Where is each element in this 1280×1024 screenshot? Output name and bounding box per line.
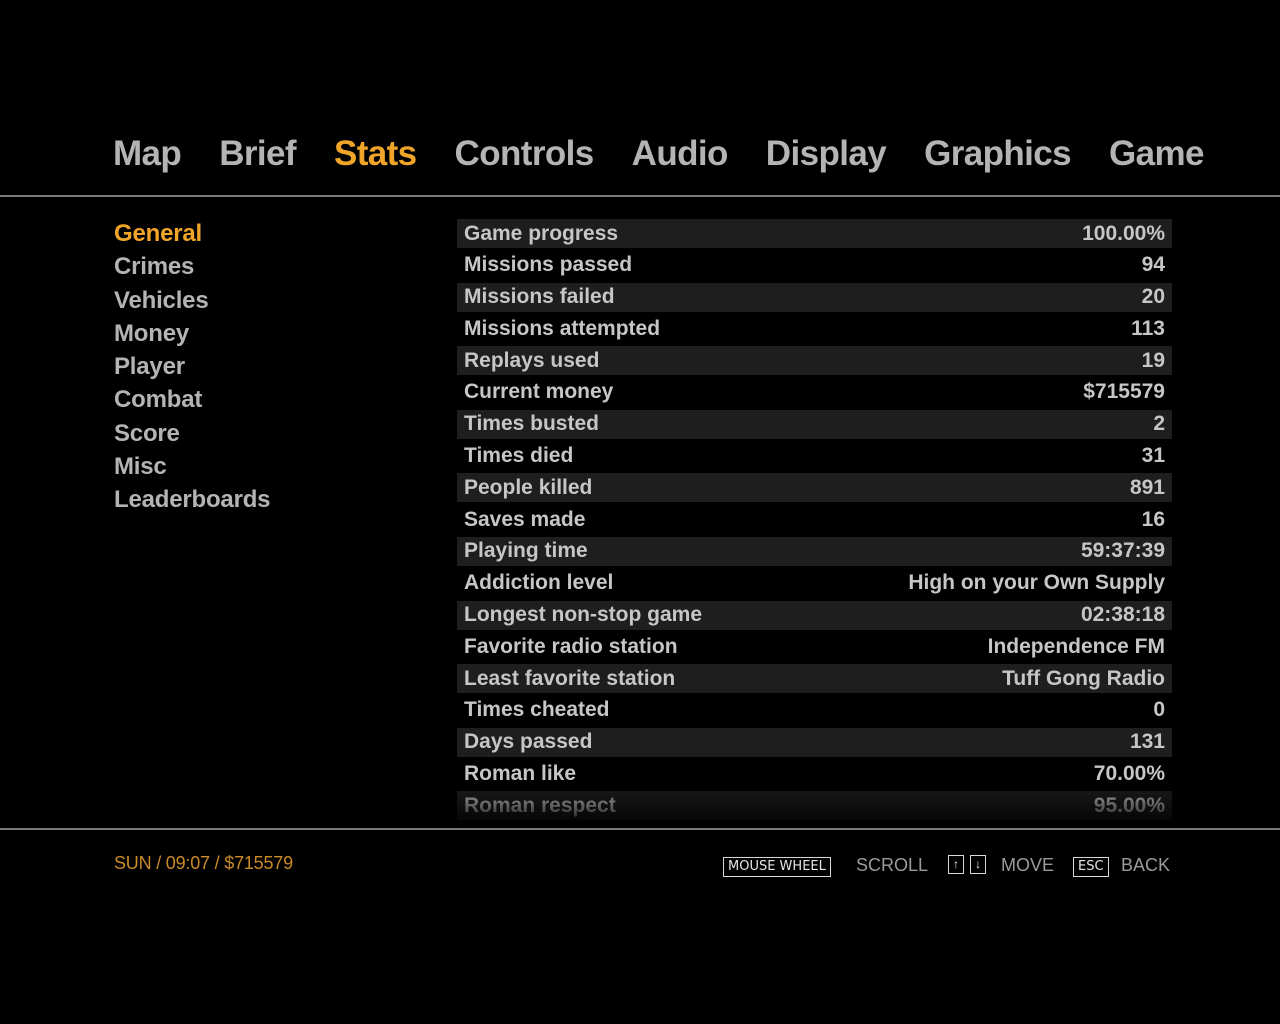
- tab-map[interactable]: Map: [113, 133, 182, 175]
- stat-label: Missions failed: [464, 285, 615, 309]
- arrow-up-key-icon: ↑: [948, 855, 964, 874]
- stat-row: Missions attempted 113: [457, 314, 1172, 343]
- stat-row: Times died 31: [457, 442, 1172, 471]
- tab-audio[interactable]: Audio: [632, 133, 729, 175]
- stat-value: 94: [1141, 253, 1165, 277]
- stat-row: Game progress 100.00%: [457, 219, 1172, 248]
- stat-label: Roman like: [464, 762, 577, 786]
- stat-row: Saves made 16: [457, 505, 1172, 534]
- category-money[interactable]: Money: [114, 317, 270, 350]
- category-score[interactable]: Score: [114, 417, 270, 450]
- stat-value: Independence FM: [987, 634, 1165, 658]
- stat-label: Times died: [464, 444, 574, 468]
- tab-game[interactable]: Game: [1109, 133, 1204, 175]
- stat-row: Favorite radio station Independence FM: [457, 632, 1172, 661]
- footer-divider: [0, 828, 1280, 830]
- stat-label: Game progress: [464, 221, 619, 245]
- stat-value: 0: [1153, 698, 1165, 722]
- stat-value: 891: [1129, 475, 1165, 499]
- stat-label: Missions attempted: [464, 316, 661, 340]
- stat-value: 19: [1141, 348, 1165, 372]
- scroll-hint-label: SCROLL: [856, 855, 929, 875]
- stat-row: People killed 891: [457, 473, 1172, 503]
- header-divider: [0, 195, 1280, 197]
- stat-value: 20: [1141, 285, 1165, 309]
- move-hint-label: MOVE: [1001, 855, 1055, 875]
- tab-stats[interactable]: Stats: [334, 133, 417, 175]
- stat-row: Times cheated 0: [457, 696, 1172, 725]
- stat-label: People killed: [464, 475, 593, 499]
- stat-label: Replays used: [464, 348, 600, 372]
- category-misc[interactable]: Misc: [114, 450, 270, 483]
- tab-display[interactable]: Display: [766, 133, 887, 175]
- stats-category-list: General Crimes Vehicles Money Player Com…: [114, 217, 271, 517]
- stat-row: Roman like 70.00%: [457, 760, 1172, 789]
- stat-row: Days passed 131: [457, 727, 1172, 757]
- stat-label: Saves made: [464, 507, 586, 531]
- stat-value: High on your Own Supply: [908, 571, 1165, 595]
- stat-label: Addiction level: [464, 571, 614, 595]
- stat-value: 16: [1141, 507, 1165, 531]
- tab-controls[interactable]: Controls: [455, 133, 595, 175]
- stat-label: Current money: [464, 380, 614, 404]
- stat-row: Current money $715579: [457, 378, 1172, 407]
- stat-value: 95.00%: [1093, 793, 1165, 817]
- stat-row: Times busted 2: [457, 409, 1172, 439]
- stat-value: 59:37:39: [1080, 539, 1165, 563]
- stat-row: Addiction level High on your Own Supply: [457, 569, 1172, 598]
- stat-row: Missions failed 20: [457, 282, 1172, 312]
- stat-value: 113: [1131, 316, 1165, 340]
- stat-label: Least favorite station: [464, 666, 676, 690]
- stat-value: 31: [1141, 444, 1165, 468]
- stat-row: Playing time 59:37:39: [457, 536, 1172, 566]
- stat-value: Tuff Gong Radio: [1002, 666, 1165, 690]
- stat-row: Roman respect 95.00%: [457, 791, 1172, 821]
- category-combat[interactable]: Combat: [114, 383, 270, 416]
- stat-row: Longest non-stop game 02:38:18: [457, 600, 1172, 630]
- category-leaderboards[interactable]: Leaderboards: [114, 483, 271, 516]
- stat-label: Roman respect: [464, 793, 616, 817]
- stat-value: 02:38:18: [1080, 603, 1165, 627]
- tab-graphics[interactable]: Graphics: [924, 133, 1072, 175]
- mouse-wheel-key-icon: MOUSE WHEEL: [723, 857, 831, 877]
- stat-label: Longest non-stop game: [464, 603, 702, 627]
- stat-label: Missions passed: [464, 253, 633, 277]
- stat-row: Missions passed 94: [457, 251, 1172, 280]
- category-player[interactable]: Player: [114, 350, 270, 383]
- stat-value: 70.00%: [1093, 762, 1165, 786]
- stat-value: 100.00%: [1082, 221, 1165, 245]
- esc-key-icon[interactable]: ESC: [1073, 857, 1109, 877]
- category-general[interactable]: General: [114, 217, 270, 250]
- arrow-down-key-icon: ↓: [970, 855, 986, 874]
- tab-brief[interactable]: Brief: [219, 133, 296, 175]
- back-hint-label[interactable]: BACK: [1121, 855, 1170, 876]
- stats-table[interactable]: Game progress 100.00% Missions passed 94 M…: [457, 219, 1172, 823]
- stat-value: 2: [1153, 412, 1165, 436]
- stat-label: Favorite radio station: [464, 634, 678, 658]
- control-hints: MOUSE WHEEL SCROLL ↑ ↓ MOVE ESC BACK: [0, 853, 1280, 881]
- stat-label: Times busted: [464, 412, 599, 436]
- stat-value: $715579: [1083, 380, 1165, 404]
- top-nav-tabs: Map Brief Stats Controls Audio Display G…: [113, 133, 1242, 175]
- stat-label: Playing time: [464, 539, 588, 563]
- stat-label: Times cheated: [464, 698, 610, 722]
- category-crimes[interactable]: Crimes: [114, 250, 270, 283]
- stat-label: Days passed: [464, 730, 593, 754]
- category-vehicles[interactable]: Vehicles: [114, 284, 270, 317]
- stat-value: 131: [1129, 730, 1165, 754]
- stat-row: Replays used 19: [457, 346, 1172, 376]
- stat-row: Least favorite station Tuff Gong Radio: [457, 664, 1172, 694]
